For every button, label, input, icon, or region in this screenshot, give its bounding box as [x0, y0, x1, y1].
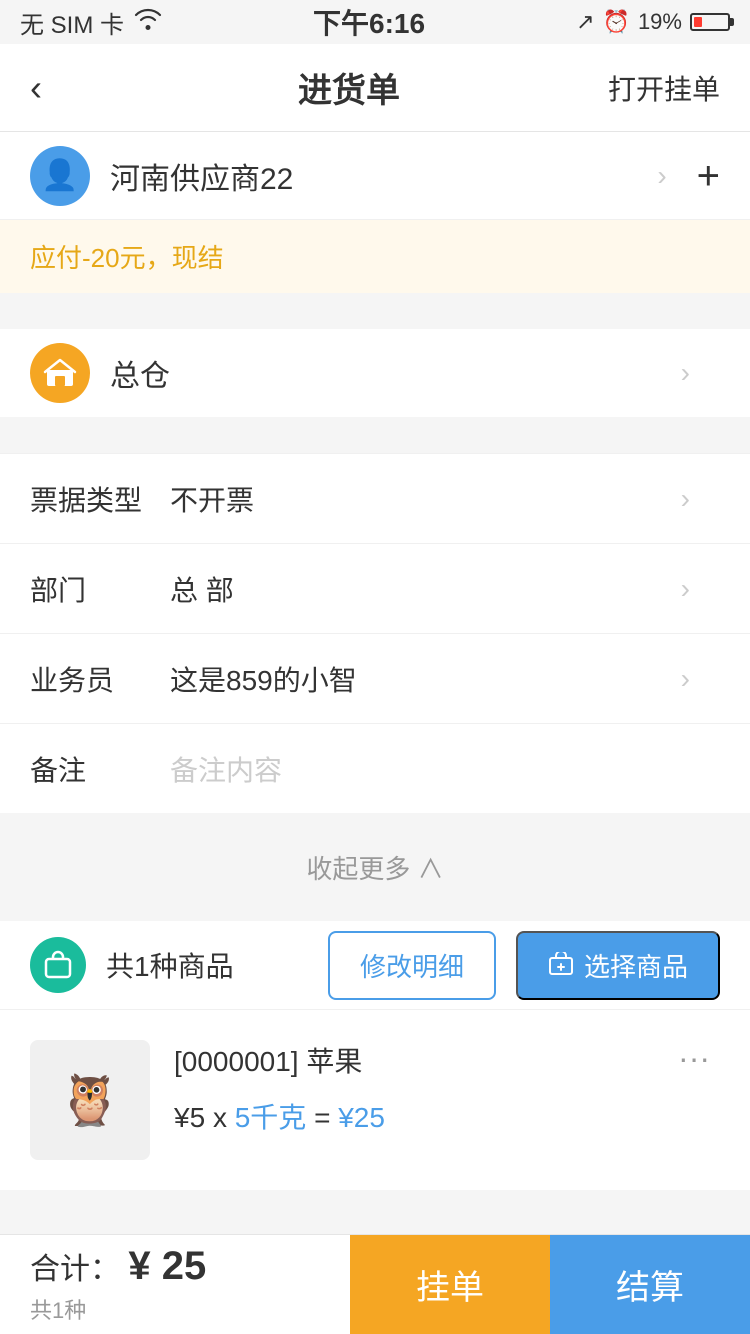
product-name: [0000001] 苹果: [174, 1040, 644, 1080]
line-total: ¥25: [338, 1102, 385, 1133]
status-right: ↗ ⏰ 19%: [576, 9, 730, 35]
department-label: 部门: [30, 569, 170, 609]
status-left: 无 SIM 卡: [20, 5, 162, 40]
products-count: 共1种商品: [106, 945, 308, 985]
product-code: [0000001]: [174, 1046, 306, 1077]
chevron-right-icon: ›: [681, 357, 690, 389]
chevron-right-icon: ›: [681, 663, 690, 695]
department-value: 总 部: [170, 569, 681, 609]
nav-bar: ‹ 进货单 打开挂单: [0, 44, 750, 132]
product-item: 🦉 [0000001] 苹果 ¥5 x 5千克 = ¥25 ···: [0, 1009, 750, 1190]
salesperson-label: 业务员: [30, 659, 170, 699]
owl-icon: 🦉: [59, 1071, 121, 1130]
supplier-avatar: 👤: [30, 146, 90, 206]
remark-input[interactable]: 备注内容: [170, 749, 720, 789]
more-options-button[interactable]: ···: [668, 1040, 720, 1077]
warehouse-section: 总仓 ›: [0, 329, 750, 417]
edit-detail-button[interactable]: 修改明细: [328, 931, 496, 1000]
total-count: 共1种: [30, 1293, 320, 1325]
back-button[interactable]: ‹: [30, 67, 90, 109]
location-icon: ↗: [576, 9, 594, 35]
salesperson-row[interactable]: 业务员 这是859的小智 ›: [0, 633, 750, 723]
select-product-label: 选择商品: [584, 947, 688, 984]
alarm-icon: ⏰: [603, 9, 630, 35]
status-time: 下午6:16: [313, 2, 425, 42]
invoice-type-row[interactable]: 票据类型 不开票 ›: [0, 453, 750, 543]
unit-price: ¥5: [174, 1102, 205, 1133]
invoice-type-label: 票据类型: [30, 479, 170, 519]
supplier-notice: 应付-20元，现结: [0, 220, 750, 293]
person-icon: 👤: [41, 158, 78, 193]
multiply-sign: x: [213, 1102, 235, 1133]
supplier-name: 河南供应商22: [110, 154, 657, 198]
total-amount: 合计： ¥ 25: [30, 1244, 320, 1289]
warehouse-row[interactable]: 总仓 ›: [0, 329, 750, 417]
salesperson-value: 这是859的小智: [170, 659, 681, 699]
hang-button[interactable]: 挂单: [350, 1235, 550, 1334]
products-section: 共1种商品 修改明细 选择商品 🦉 [0000001] 苹果: [0, 921, 750, 1190]
warehouse-name: 总仓: [110, 351, 681, 395]
add-supplier-button[interactable]: +: [697, 156, 720, 196]
quantity: 5千克: [235, 1102, 307, 1133]
products-icon: [30, 937, 86, 993]
supplier-section: 👤 河南供应商22 › + 应付-20元，现结: [0, 132, 750, 293]
battery-label: 19%: [638, 9, 682, 35]
product-info: [0000001] 苹果 ¥5 x 5千克 = ¥25: [174, 1040, 644, 1136]
chevron-right-icon: ›: [681, 573, 690, 605]
equals-sign: =: [314, 1102, 338, 1133]
products-header: 共1种商品 修改明细 选择商品: [0, 921, 750, 1009]
chevron-right-icon: ›: [681, 483, 690, 515]
total-label: 合计：: [30, 1253, 120, 1286]
invoice-type-value: 不开票: [170, 479, 681, 519]
collapse-label: 收起更多 ∧: [306, 849, 443, 886]
checkout-button[interactable]: 结算: [550, 1235, 750, 1334]
supplier-row[interactable]: 👤 河南供应商22 › +: [0, 132, 750, 220]
product-price-row: ¥5 x 5千克 = ¥25: [174, 1096, 644, 1136]
total-value: ¥ 25: [128, 1244, 206, 1288]
warehouse-icon: [30, 343, 90, 403]
collapse-button[interactable]: 收起更多 ∧: [0, 831, 750, 903]
carrier-label: 无 SIM 卡: [20, 5, 124, 40]
status-bar: 无 SIM 卡 下午6:16 ↗ ⏰ 19%: [0, 0, 750, 44]
open-hang-button[interactable]: 打开挂单: [608, 68, 720, 108]
bottom-bar: 合计： ¥ 25 共1种 挂单 结算: [0, 1234, 750, 1334]
battery-icon: [690, 13, 730, 31]
remark-label: 备注: [30, 749, 170, 789]
remark-row[interactable]: 备注 备注内容: [0, 723, 750, 813]
wifi-icon: [134, 8, 162, 37]
content-area: 👤 河南供应商22 › + 应付-20元，现结 总仓 › 票据类型: [0, 132, 750, 1190]
department-row[interactable]: 部门 总 部 ›: [0, 543, 750, 633]
select-product-button[interactable]: 选择商品: [516, 931, 720, 1000]
form-section: 票据类型 不开票 › 部门 总 部 › 业务员 这是859的小智 › 备注 备注…: [0, 453, 750, 813]
product-thumbnail: 🦉: [30, 1040, 150, 1160]
page-title: 进货单: [298, 63, 400, 112]
chevron-right-icon: ›: [657, 160, 666, 192]
total-area: 合计： ¥ 25 共1种: [0, 1244, 350, 1325]
